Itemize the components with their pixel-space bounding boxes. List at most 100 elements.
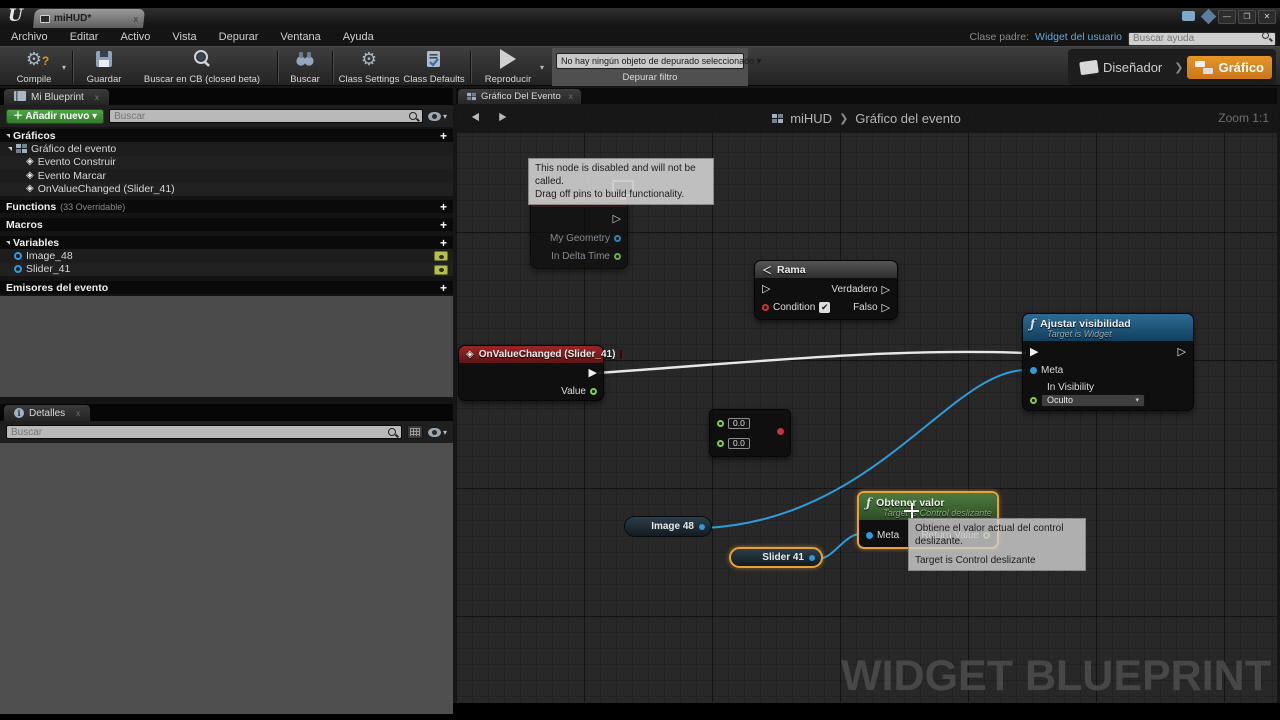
parent-class-link[interactable]: Widget del usuario [1035,31,1122,43]
search-button[interactable]: Buscar [283,49,327,85]
graph-canvas[interactable]: This node is disabled and will not be ca… [456,104,1277,703]
unreal-logo-icon: U [8,6,23,26]
section-macros[interactable]: Macros + [0,218,453,231]
tab-close-icon[interactable]: x [95,93,99,102]
compare-output-pin[interactable] [777,428,784,435]
play-icon [500,49,516,69]
pin-meta[interactable]: Meta [1030,365,1063,376]
my-blueprint-search-input[interactable] [109,109,423,123]
value-field-b[interactable]: 0.0 [728,438,750,449]
compare-input-a[interactable]: 0.0 [717,418,750,429]
graph-doc-tab[interactable]: Gráfico Del Evento x [458,89,581,104]
asset-tab-mihud[interactable]: miHUD* x [33,9,145,28]
breadcrumb-root[interactable]: miHUD [790,111,832,126]
marketplace-cube-icon[interactable] [1200,8,1217,25]
nav-forward-icon[interactable]: ⯈ [496,110,508,127]
menu-archivo[interactable]: Archivo [0,31,59,43]
find-in-cb-button[interactable]: Buscar en CB (closed beta) [132,49,272,85]
breadcrumb-chevron-icon: ❯ [839,113,849,125]
nav-back-icon[interactable]: ⯇ [470,110,482,127]
asset-tab-close-icon[interactable]: x [134,14,139,24]
menu-activo[interactable]: Activo [109,31,161,43]
details-filter-dropdown[interactable]: ▾ [427,427,447,437]
add-function-button[interactable]: + [440,201,447,213]
add-variable-button[interactable]: + [440,237,447,249]
designer-mode-button[interactable]: Diseñador [1072,56,1170,79]
tab-close-icon[interactable]: x [569,92,573,101]
condition-checkbox[interactable]: ✔ [819,302,831,313]
tree-item-event-construct[interactable]: ◈ Evento Construir [0,155,453,169]
window-close-button[interactable]: ✕ [1258,10,1276,24]
pin-meta[interactable]: Meta [866,530,899,541]
class-settings-button[interactable]: ⚙ Class Settings [338,49,400,85]
breadcrumb-current[interactable]: Gráfico del evento [855,111,961,126]
bool-pin-icon [777,428,784,435]
object-pin-icon [699,523,705,530]
graph-mode-button[interactable]: Gráfico [1187,55,1272,79]
help-search-input[interactable] [1128,31,1276,46]
node-onvaluechanged[interactable]: ◈ OnValueChanged (Slider_41) ▶ Value [458,345,623,401]
node-rama[interactable]: ＜ Rama ▷ Condition ✔ ▷ Verdadero ▷ Falso [754,260,898,320]
details-search-input[interactable] [6,425,402,439]
property-matrix-icon[interactable] [406,425,423,439]
value-field-a[interactable]: 0.0 [728,418,750,429]
window-minimize-button[interactable]: — [1218,10,1236,24]
my-blueprint-empty-area [0,296,453,397]
variable-visibility-eye-icon[interactable] [434,251,448,261]
add-dispatcher-button[interactable]: + [440,282,447,294]
my-blueprint-tab[interactable]: Mi Blueprint x [4,89,109,105]
add-macro-button[interactable]: + [440,219,447,231]
exec-out-pin[interactable]: ▶ [589,368,597,379]
play-button[interactable]: Reproducir [478,49,538,85]
compare-input-b[interactable]: 0.0 [717,438,750,449]
node-getter-slider41[interactable]: Slider 41 [729,547,823,568]
tree-item-variable-image48[interactable]: Image_48 [0,249,453,263]
details-panel: i Detalles x ▾ [0,404,453,714]
feedback-bubble-icon[interactable] [1182,11,1195,21]
add-new-button[interactable]: ＋ Añadir nuevo ▾ [6,108,105,124]
visibility-filter-dropdown[interactable]: ▾ [427,111,447,121]
section-functions[interactable]: Functions (33 Overridable) + [0,200,453,213]
pin-verdadero[interactable]: ▷ Verdadero [831,284,890,295]
add-graph-button[interactable]: + [440,130,447,142]
pin-in-visibility[interactable]: Oculto ▾ [1030,394,1145,407]
my-blueprint-toolbar: ＋ Añadir nuevo ▾ ▾ [0,105,453,127]
toolbar-separator [470,51,471,83]
details-tab[interactable]: i Detalles x [4,405,91,421]
compile-button[interactable]: ⚙? Compile [6,49,62,85]
pin-falso[interactable]: ▷ Falso [853,302,890,313]
tree-item-event-graph[interactable]: Gráfico del evento [0,142,453,156]
compile-options-caret-icon[interactable]: ▾ [62,63,66,72]
menu-ventana[interactable]: Ventana [269,31,331,43]
tree-item-variable-slider41[interactable]: Slider_41 [0,262,453,276]
debug-object-dropdown[interactable]: No hay ningún objeto de depurado selecci… [556,53,761,69]
node-getter-image48[interactable]: Image 48 [624,516,712,537]
window-maximize-button[interactable]: ❐ [1238,10,1256,24]
visibility-select[interactable]: Oculto ▾ [1041,394,1145,407]
node-ajustar-visibilidad[interactable]: ƒ Ajustar visibilidad Target is Widget ▶… [1022,313,1194,411]
section-graphs[interactable]: Gráficos + [0,129,453,142]
menu-depurar[interactable]: Depurar [208,31,270,43]
node-compare[interactable]: 0.0 0.0 [709,409,791,457]
section-variables[interactable]: Variables + [0,236,453,249]
menu-editar[interactable]: Editar [59,31,110,43]
save-floppy-icon [94,49,114,74]
pin-condition[interactable]: Condition ✔ [762,302,831,313]
pin-my-geometry[interactable]: My Geometry [550,233,621,244]
section-event-dispatchers[interactable]: Emisores del evento + [0,281,453,294]
save-button[interactable]: Guardar [78,49,130,85]
menu-ayuda[interactable]: Ayuda [332,31,385,43]
pin-value[interactable]: Value [561,386,597,397]
play-options-caret-icon[interactable]: ▾ [540,63,544,72]
menu-vista[interactable]: Vista [161,31,207,43]
exec-in-pin[interactable]: ▷ [762,284,770,295]
pin-in-delta-time[interactable]: In Delta Time [551,251,621,262]
variable-visibility-eye-icon[interactable] [434,264,448,275]
class-defaults-button[interactable]: Class Defaults [402,49,466,85]
exec-out-pin[interactable]: ▷ [1178,347,1186,358]
tab-close-icon[interactable]: x [76,409,80,418]
exec-in-pin[interactable]: ▶ [1030,347,1038,358]
tree-item-event-tick[interactable]: ◈ Evento Marcar [0,169,453,183]
tree-item-onvaluechanged[interactable]: ◈ OnValueChanged (Slider_41) [0,182,453,196]
exec-out-pin[interactable]: ▷ [613,214,621,225]
